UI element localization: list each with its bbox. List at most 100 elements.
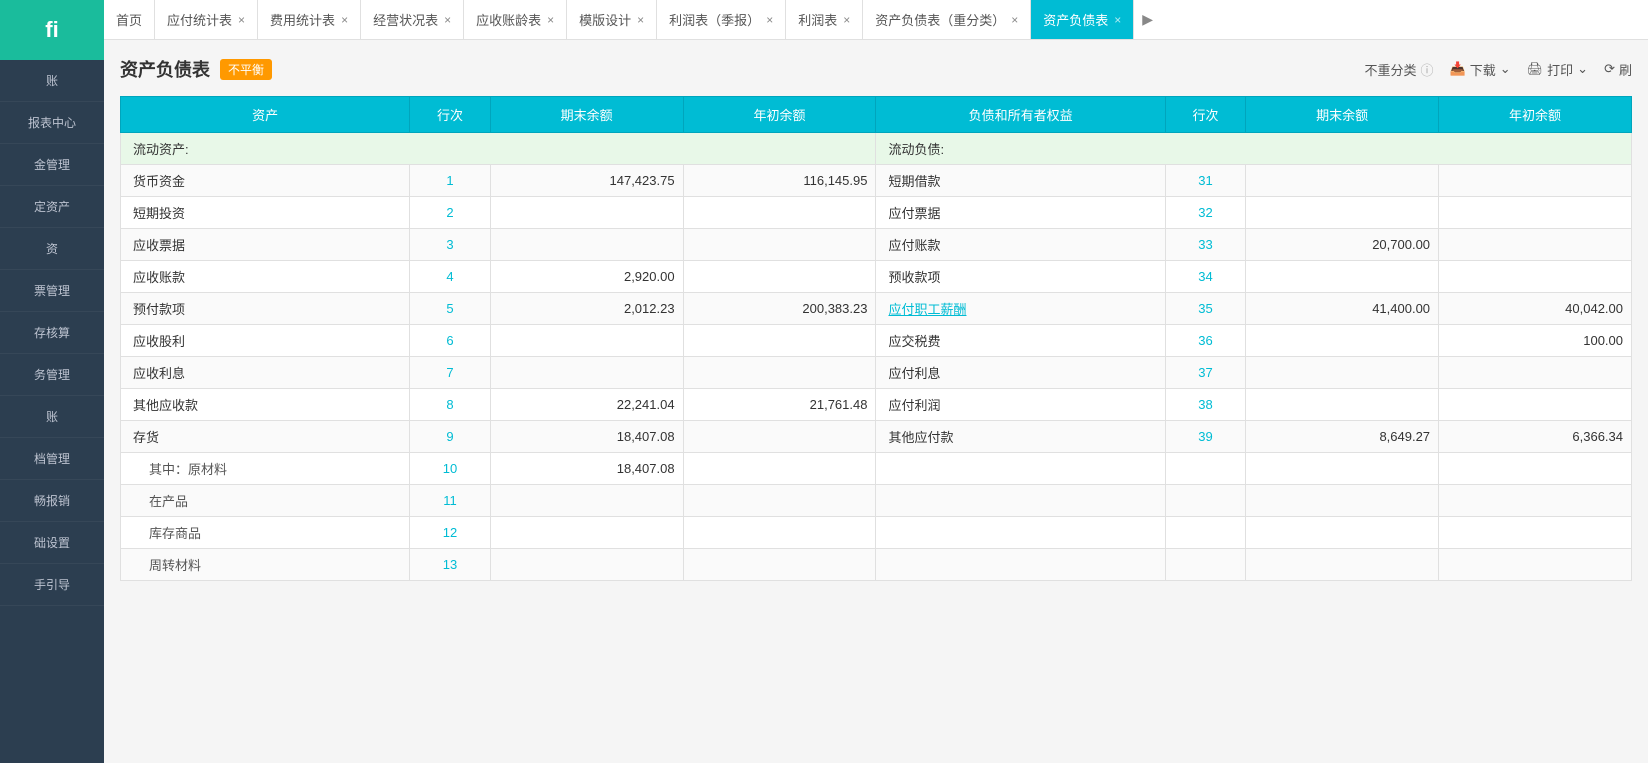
sidebar-item-report[interactable]: 报表中心 bbox=[0, 102, 104, 144]
left-start-amount bbox=[683, 549, 876, 581]
print-icon: 🖨 bbox=[1527, 61, 1544, 77]
tab-receivable-aging[interactable]: 应收账龄表 × bbox=[464, 0, 567, 39]
right-end-amount bbox=[1246, 453, 1439, 485]
right-row-num bbox=[1165, 517, 1245, 549]
sidebar-item-finance[interactable]: 金管理 bbox=[0, 144, 104, 186]
sidebar-item-capital[interactable]: 资 bbox=[0, 228, 104, 270]
page-title: 资产负债表 bbox=[120, 56, 210, 82]
tab-home[interactable]: 首页 bbox=[104, 0, 155, 39]
print-button[interactable]: 🖨 打印 ⌄ bbox=[1527, 60, 1588, 79]
tab-profit-label: 利润表 bbox=[798, 10, 837, 29]
tab-profit-quarterly-close[interactable]: × bbox=[766, 13, 773, 27]
tab-operation-close[interactable]: × bbox=[444, 13, 451, 27]
sidebar-item-settings[interactable]: 础设置 bbox=[0, 522, 104, 564]
left-end-amount bbox=[490, 197, 683, 229]
table-row: 应收账款 4 2,920.00 预收款项 34 bbox=[121, 261, 1632, 293]
tab-balance-label: 资产负债表 bbox=[1043, 10, 1108, 29]
right-row-num: 33 bbox=[1165, 229, 1245, 261]
tab-balance[interactable]: 资产负债表 × bbox=[1031, 0, 1134, 39]
right-label: 应付利息 bbox=[876, 357, 1165, 389]
left-label: 库存商品 bbox=[121, 517, 410, 549]
tab-template[interactable]: 模版设计 × bbox=[567, 0, 657, 39]
tab-scroll-right[interactable]: ▶ bbox=[1134, 11, 1161, 28]
tab-profit-close[interactable]: × bbox=[843, 13, 850, 27]
tab-profit-quarterly[interactable]: 利润表（季报） × bbox=[657, 0, 786, 39]
sidebar-item-expense[interactable]: 畅报销 bbox=[0, 480, 104, 522]
sidebar-item-ledger[interactable]: 账 bbox=[0, 396, 104, 438]
left-label: 预付款项 bbox=[121, 293, 410, 325]
th-start-amount2: 年初余额 bbox=[1439, 97, 1632, 133]
right-label bbox=[876, 453, 1165, 485]
refresh-button[interactable]: ⟳ 刷 bbox=[1604, 60, 1632, 79]
tab-payable-stats-close[interactable]: × bbox=[238, 13, 245, 27]
tab-receivable-aging-label: 应收账龄表 bbox=[476, 10, 541, 29]
sidebar-item-ticket[interactable]: 票管理 bbox=[0, 270, 104, 312]
tab-profit[interactable]: 利润表 × bbox=[786, 0, 863, 39]
right-label[interactable]: 应付职工薪酬 bbox=[876, 293, 1165, 325]
right-end-amount bbox=[1246, 165, 1439, 197]
sidebar-item-affairs[interactable]: 务管理 bbox=[0, 354, 104, 396]
right-row-num: 36 bbox=[1165, 325, 1245, 357]
tab-operation[interactable]: 经营状况表 × bbox=[361, 0, 464, 39]
download-button[interactable]: 📥 下载 ⌄ bbox=[1450, 60, 1511, 79]
left-row-num: 12 bbox=[410, 517, 490, 549]
print-label: 打印 bbox=[1547, 60, 1573, 79]
tab-payable-stats[interactable]: 应付统计表 × bbox=[155, 0, 258, 39]
right-row-num: 31 bbox=[1165, 165, 1245, 197]
right-row-num: 35 bbox=[1165, 293, 1245, 325]
left-end-amount: 18,407.08 bbox=[490, 453, 683, 485]
right-label: 应交税费 bbox=[876, 325, 1165, 357]
th-end-amount2: 期末余额 bbox=[1246, 97, 1439, 133]
left-label: 周转材料 bbox=[121, 549, 410, 581]
left-row-num: 4 bbox=[410, 261, 490, 293]
sidebar: fi 账 报表中心 金管理 定资产 资 票管理 存核算 务管理 账 档管理 畅报… bbox=[0, 0, 104, 763]
left-label: 存货 bbox=[121, 421, 410, 453]
left-end-amount bbox=[490, 357, 683, 389]
header-actions: 不重分类 ⓘ 📥 下载 ⌄ 🖨 打印 ⌄ ⟳ 刷 bbox=[1365, 60, 1633, 79]
right-end-amount bbox=[1246, 261, 1439, 293]
tab-balance-reclassified[interactable]: 资产负债表（重分类） × bbox=[863, 0, 1031, 39]
right-end-amount bbox=[1246, 517, 1439, 549]
tab-balance-reclassified-close[interactable]: × bbox=[1011, 13, 1018, 27]
left-label: 应收账款 bbox=[121, 261, 410, 293]
tab-profit-quarterly-label: 利润表（季报） bbox=[669, 10, 760, 29]
sidebar-item-guide[interactable]: 手引导 bbox=[0, 564, 104, 606]
sidebar-item-archive[interactable]: 档管理 bbox=[0, 438, 104, 480]
tab-expense-stats-close[interactable]: × bbox=[341, 13, 348, 27]
tab-balance-close[interactable]: × bbox=[1114, 13, 1121, 27]
left-start-amount: 21,761.48 bbox=[683, 389, 876, 421]
right-label bbox=[876, 485, 1165, 517]
left-end-amount bbox=[490, 325, 683, 357]
table-row: 流动资产: 流动负债: bbox=[121, 133, 1632, 165]
left-label: 在产品 bbox=[121, 485, 410, 517]
sidebar-item-inventory[interactable]: 存核算 bbox=[0, 312, 104, 354]
left-start-amount bbox=[683, 421, 876, 453]
right-end-amount bbox=[1246, 485, 1439, 517]
report-table: 资产 行次 期末余额 年初余额 负债和所有者权益 行次 期末余额 年初余额 流动… bbox=[120, 96, 1632, 581]
print-chevron-icon: ⌄ bbox=[1577, 61, 1588, 77]
left-start-amount bbox=[683, 485, 876, 517]
left-row-num: 5 bbox=[410, 293, 490, 325]
right-label: 短期借款 bbox=[876, 165, 1165, 197]
right-row-num bbox=[1165, 549, 1245, 581]
unbalanced-badge: 不平衡 bbox=[220, 59, 272, 80]
th-row-num: 行次 bbox=[410, 97, 490, 133]
right-end-amount bbox=[1246, 549, 1439, 581]
right-start-amount bbox=[1439, 229, 1632, 261]
tab-payable-stats-label: 应付统计表 bbox=[167, 10, 232, 29]
unclassified-label: 不重分类 ⓘ bbox=[1365, 60, 1434, 79]
section-left-label: 流动资产: bbox=[121, 133, 876, 165]
tab-expense-stats[interactable]: 费用统计表 × bbox=[258, 0, 361, 39]
left-label: 应收股利 bbox=[121, 325, 410, 357]
help-icon[interactable]: ⓘ bbox=[1421, 60, 1434, 79]
right-start-amount bbox=[1439, 357, 1632, 389]
tab-template-close[interactable]: × bbox=[637, 13, 644, 27]
sidebar-item-account[interactable]: 账 bbox=[0, 60, 104, 102]
left-row-num: 8 bbox=[410, 389, 490, 421]
right-start-amount bbox=[1439, 485, 1632, 517]
download-chevron-icon: ⌄ bbox=[1500, 61, 1511, 77]
sidebar-item-fixed[interactable]: 定资产 bbox=[0, 186, 104, 228]
sidebar-logo: fi bbox=[0, 0, 104, 60]
tab-receivable-aging-close[interactable]: × bbox=[547, 13, 554, 27]
table-header-row: 资产 行次 期末余额 年初余额 负债和所有者权益 行次 期末余额 年初余额 bbox=[121, 97, 1632, 133]
